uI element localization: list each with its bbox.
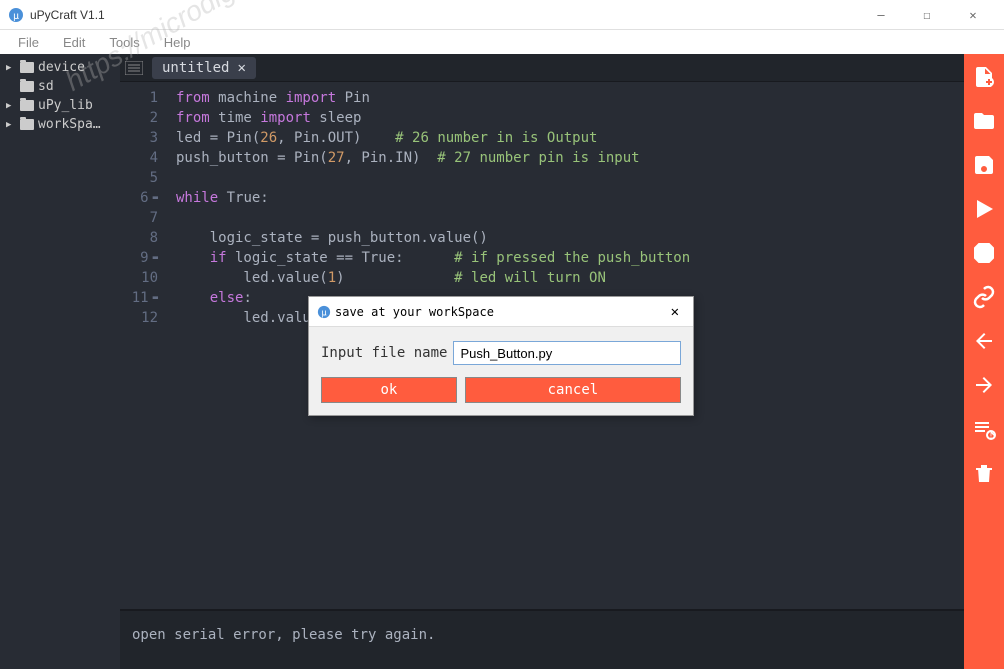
sidebar-label: sd	[38, 79, 54, 94]
close-button[interactable]: ✕	[950, 0, 996, 30]
new-file-icon[interactable]	[971, 64, 997, 90]
open-file-icon[interactable]	[971, 108, 997, 134]
sidebar-label: uPy_lib	[38, 98, 93, 113]
sidebar-item-workspace[interactable]: ▶ workSpa…	[0, 115, 120, 134]
redo-icon[interactable]	[971, 372, 997, 398]
tab-close-icon[interactable]: ✕	[237, 60, 245, 76]
console[interactable]: open serial error, please try again.	[120, 609, 964, 669]
dialog-title: save at your workSpace	[335, 305, 665, 319]
sidebar-label: workSpa…	[38, 117, 101, 132]
folder-icon	[20, 81, 34, 92]
tab-untitled[interactable]: untitled ✕	[152, 57, 256, 79]
folder-icon	[20, 62, 34, 73]
undo-icon[interactable]	[971, 328, 997, 354]
chevron-right-icon: ▶	[6, 101, 16, 111]
svg-text:STOP: STOP	[977, 250, 992, 257]
dialog-body: Input file name ok cancel	[309, 327, 693, 415]
right-toolbar: STOP !	[964, 54, 1004, 669]
save-dialog: µ save at your workSpace ✕ Input file na…	[308, 296, 694, 416]
titlebar: µ uPyCraft V1.1 — ☐ ✕	[0, 0, 1004, 30]
dialog-titlebar: µ save at your workSpace ✕	[309, 297, 693, 327]
tab-label: untitled	[162, 60, 229, 76]
app-icon: µ	[8, 7, 24, 23]
sidebar-item-sd[interactable]: sd	[0, 77, 120, 96]
fold-icon[interactable]: ▬	[153, 288, 158, 308]
clear-icon[interactable]	[971, 460, 997, 486]
menu-file[interactable]: File	[8, 33, 49, 52]
sidebar: ▶ device sd ▶ uPy_lib ▶ workSpa…	[0, 54, 120, 669]
window-title: uPyCraft V1.1	[30, 8, 858, 22]
cancel-button[interactable]: cancel	[465, 377, 681, 403]
window-controls: — ☐ ✕	[858, 0, 996, 30]
svg-text:µ: µ	[321, 308, 327, 318]
minimize-button[interactable]: —	[858, 0, 904, 30]
dialog-app-icon: µ	[317, 305, 331, 319]
dialog-close-icon[interactable]: ✕	[665, 304, 685, 320]
sidebar-label: device	[38, 60, 85, 75]
svg-text:!: !	[989, 432, 993, 440]
chevron-right-icon: ▶	[6, 120, 16, 130]
run-icon[interactable]	[971, 196, 997, 222]
menu-tools[interactable]: Tools	[99, 33, 149, 52]
filename-input[interactable]	[453, 341, 681, 365]
sidebar-item-device[interactable]: ▶ device	[0, 58, 120, 77]
menu-edit[interactable]: Edit	[53, 33, 95, 52]
menu-help[interactable]: Help	[154, 33, 201, 52]
ok-button[interactable]: ok	[321, 377, 457, 403]
gutter: 1 2 3 4 5 6▬ 7 8 9▬ 10 11▬ 12	[120, 82, 168, 609]
sidebar-item-upylib[interactable]: ▶ uPy_lib	[0, 96, 120, 115]
console-message: open serial error, please try again.	[132, 627, 435, 643]
fold-icon[interactable]: ▬	[153, 248, 158, 268]
file-list-icon[interactable]	[120, 57, 148, 79]
folder-icon	[20, 100, 34, 111]
folder-icon	[20, 119, 34, 130]
connect-icon[interactable]	[971, 284, 997, 310]
menubar: File Edit Tools Help	[0, 30, 1004, 54]
fold-icon[interactable]: ▬	[153, 188, 158, 208]
syntax-check-icon[interactable]: !	[971, 416, 997, 442]
maximize-button[interactable]: ☐	[904, 0, 950, 30]
dialog-input-label: Input file name	[321, 345, 447, 361]
tabbar: untitled ✕	[120, 54, 964, 82]
stop-icon[interactable]: STOP	[971, 240, 997, 266]
svg-text:µ: µ	[13, 11, 19, 22]
chevron-right-icon: ▶	[6, 63, 16, 73]
save-icon[interactable]	[971, 152, 997, 178]
